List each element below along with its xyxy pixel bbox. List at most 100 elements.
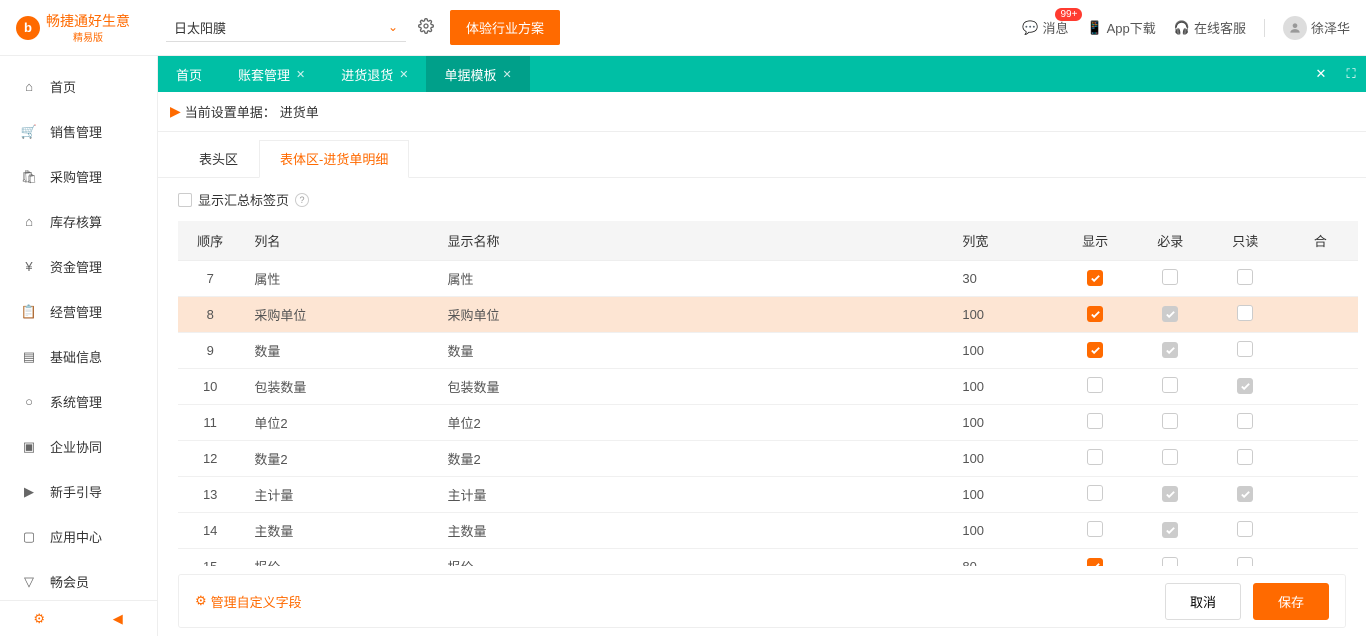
sidebar-item-4[interactable]: ¥资金管理 — [0, 244, 157, 289]
cell-display[interactable]: 单位2 — [435, 405, 950, 441]
cell-width[interactable]: 80 — [950, 549, 1057, 567]
th-width: 列宽 — [950, 221, 1057, 261]
cell-width[interactable]: 100 — [950, 333, 1057, 369]
cell-width[interactable]: 100 — [950, 297, 1057, 333]
cell-display[interactable]: 采购单位 — [435, 297, 950, 333]
required-checkbox — [1162, 306, 1178, 322]
tab-close-all-icon[interactable]: ✕ — [1306, 56, 1336, 92]
sidebar-item-2[interactable]: 🛍采购管理 — [0, 154, 157, 199]
system-icon: ○ — [20, 393, 38, 411]
sub-tab-0[interactable]: 表头区 — [178, 140, 259, 177]
tab-2[interactable]: 进货退货✕ — [323, 56, 426, 92]
tab-1[interactable]: 账套管理✕ — [220, 56, 323, 92]
help-icon[interactable]: ? — [295, 193, 309, 207]
cell-name: 数量2 — [242, 441, 435, 477]
required-checkbox[interactable] — [1162, 449, 1178, 465]
show-checkbox[interactable] — [1087, 270, 1103, 286]
cell-width[interactable]: 30 — [950, 261, 1057, 297]
headset-icon: 🎧 — [1174, 20, 1190, 36]
cell-display[interactable]: 数量2 — [435, 441, 950, 477]
show-checkbox[interactable] — [1087, 377, 1103, 393]
readonly-checkbox[interactable] — [1237, 341, 1253, 357]
sidebar-item-9[interactable]: ▶新手引导 — [0, 469, 157, 514]
table-row[interactable]: 12 数量2 数量2 100 — [178, 441, 1358, 477]
sidebar-collapse-icon[interactable]: ◀ — [79, 601, 158, 636]
sidebar-settings-icon[interactable]: ⚙ — [0, 601, 79, 636]
cell-display[interactable]: 报价 — [435, 549, 950, 567]
sidebar-item-0[interactable]: ⌂首页 — [0, 64, 157, 109]
cell-seq: 14 — [178, 513, 242, 549]
sidebar-item-8[interactable]: ▣企业协同 — [0, 424, 157, 469]
table-row[interactable]: 9 数量 数量 100 — [178, 333, 1358, 369]
table-row[interactable]: 10 包装数量 包装数量 100 — [178, 369, 1358, 405]
collab-icon: ▣ — [20, 438, 38, 456]
th-required: 必录 — [1133, 221, 1208, 261]
sidebar-item-11[interactable]: ▽畅会员 — [0, 559, 157, 600]
tab-3[interactable]: 单据模板✕ — [426, 56, 529, 92]
table-row[interactable]: 7 属性 属性 30 — [178, 261, 1358, 297]
table-row[interactable]: 8 采购单位 采购单位 100 — [178, 297, 1358, 333]
cell-width[interactable]: 100 — [950, 441, 1057, 477]
readonly-checkbox[interactable] — [1237, 449, 1253, 465]
close-icon[interactable]: ✕ — [296, 68, 305, 81]
close-icon[interactable]: ✕ — [503, 68, 512, 81]
show-checkbox[interactable] — [1087, 413, 1103, 429]
sidebar-item-label: 系统管理 — [50, 392, 102, 411]
readonly-checkbox[interactable] — [1237, 521, 1253, 537]
sidebar-item-5[interactable]: 📋经营管理 — [0, 289, 157, 334]
cell-display[interactable]: 数量 — [435, 333, 950, 369]
table-row[interactable]: 13 主计量 主计量 100 — [178, 477, 1358, 513]
table-row[interactable]: 15 报价 报价 80 — [178, 549, 1358, 567]
show-checkbox[interactable] — [1087, 342, 1103, 358]
sidebar-item-3[interactable]: ⌂库存核算 — [0, 199, 157, 244]
required-checkbox[interactable] — [1162, 413, 1178, 429]
sidebar-item-10[interactable]: ▢应用中心 — [0, 514, 157, 559]
sub-tab-1[interactable]: 表体区-进货单明细 — [259, 140, 409, 178]
messages-button[interactable]: 💬 消息 99+ — [1022, 18, 1068, 37]
user-menu[interactable]: 徐泽华 — [1283, 16, 1350, 40]
readonly-checkbox[interactable] — [1237, 557, 1253, 566]
tab-fullscreen-icon[interactable]: ⛶ — [1336, 56, 1366, 92]
table-row[interactable]: 14 主数量 主数量 100 — [178, 513, 1358, 549]
close-icon[interactable]: ✕ — [399, 68, 408, 81]
avatar — [1283, 16, 1307, 40]
sidebar-item-label: 首页 — [50, 77, 76, 96]
clipboard-icon: 📋 — [20, 303, 38, 321]
cancel-button[interactable]: 取消 — [1165, 583, 1241, 620]
cell-width[interactable]: 100 — [950, 405, 1057, 441]
table-row[interactable]: 11 单位2 单位2 100 — [178, 405, 1358, 441]
manage-custom-fields-link[interactable]: ⚙ 管理自定义字段 — [195, 592, 302, 611]
settings-gear-icon[interactable] — [418, 18, 434, 37]
save-button[interactable]: 保存 — [1253, 583, 1329, 620]
app-download-button[interactable]: 📱 App下载 — [1086, 18, 1155, 37]
readonly-checkbox[interactable] — [1237, 269, 1253, 285]
required-checkbox — [1162, 342, 1178, 358]
cell-display[interactable]: 主计量 — [435, 477, 950, 513]
experience-button[interactable]: 体验行业方案 — [450, 10, 560, 45]
cell-name: 主计量 — [242, 477, 435, 513]
cell-width[interactable]: 100 — [950, 513, 1057, 549]
required-checkbox[interactable] — [1162, 269, 1178, 285]
customer-service-button[interactable]: 🎧 在线客服 — [1174, 18, 1246, 37]
show-checkbox[interactable] — [1087, 521, 1103, 537]
show-summary-checkbox[interactable] — [178, 193, 192, 207]
cell-width[interactable]: 100 — [950, 477, 1057, 513]
cell-display[interactable]: 属性 — [435, 261, 950, 297]
tab-0[interactable]: 首页 — [158, 56, 220, 92]
cell-display[interactable]: 主数量 — [435, 513, 950, 549]
cell-width[interactable]: 100 — [950, 369, 1057, 405]
apps-icon: ▢ — [20, 528, 38, 546]
cell-display[interactable]: 包装数量 — [435, 369, 950, 405]
show-checkbox[interactable] — [1087, 306, 1103, 322]
required-checkbox[interactable] — [1162, 557, 1178, 566]
sidebar-item-7[interactable]: ○ 系统管理 — [0, 379, 157, 424]
readonly-checkbox[interactable] — [1237, 413, 1253, 429]
sidebar-item-6[interactable]: ▤基础信息 — [0, 334, 157, 379]
show-checkbox[interactable] — [1087, 449, 1103, 465]
readonly-checkbox[interactable] — [1237, 305, 1253, 321]
required-checkbox[interactable] — [1162, 377, 1178, 393]
sidebar-item-1[interactable]: 🛒销售管理 — [0, 109, 157, 154]
account-selector[interactable]: 日太阳膜 ⌄ — [166, 14, 406, 42]
show-checkbox[interactable] — [1087, 485, 1103, 501]
show-checkbox[interactable] — [1087, 558, 1103, 566]
